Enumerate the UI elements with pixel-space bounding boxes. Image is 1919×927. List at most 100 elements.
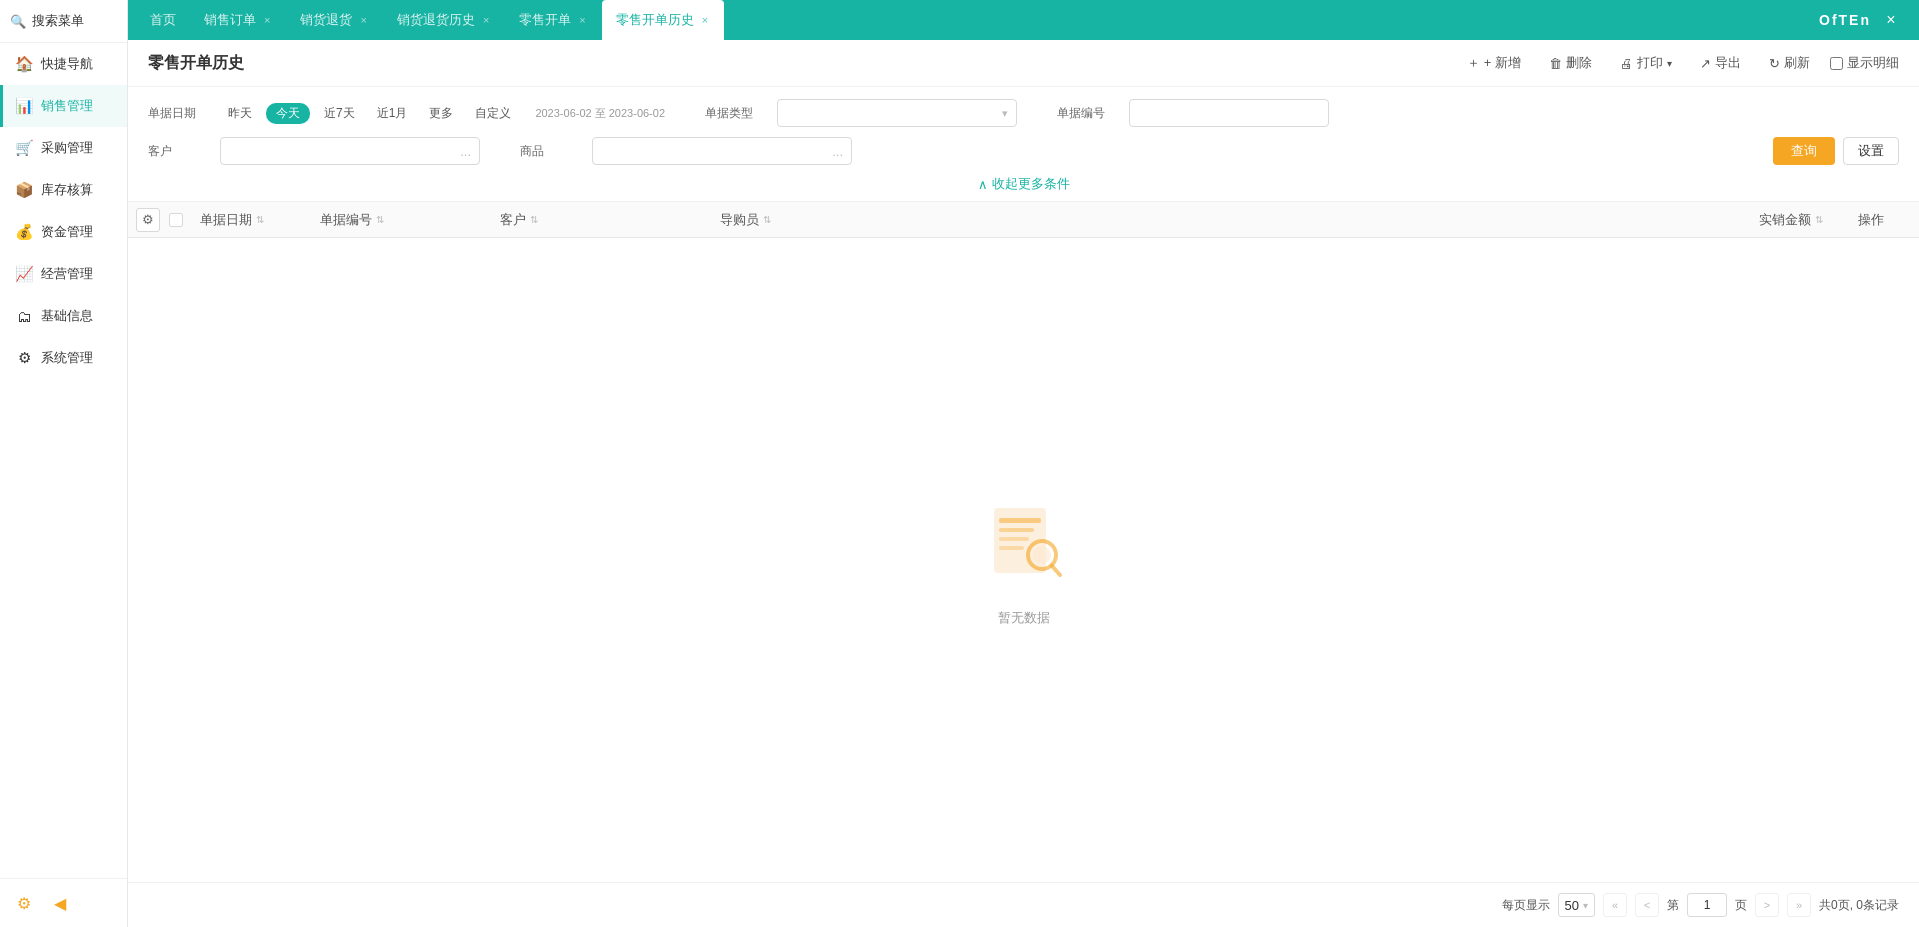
tab-bar: 首页销售订单×销货退货×销货退货历史×零售开单×零售开单历史× OfTEn × bbox=[128, 0, 1919, 40]
sidebar-item-inventory[interactable]: 📦 库存核算 bbox=[0, 169, 127, 211]
query-button[interactable]: 查询 bbox=[1773, 137, 1835, 165]
tab-home[interactable]: 首页 bbox=[136, 0, 190, 40]
customer-label: 客户 bbox=[148, 143, 204, 160]
sidebar-item-quick-nav[interactable]: 🏠 快捷导航 bbox=[0, 43, 127, 85]
tab-sales-order[interactable]: 销售订单× bbox=[190, 0, 286, 40]
date-btn-more[interactable]: 更多 bbox=[421, 103, 461, 124]
page-prev-btn[interactable]: < bbox=[1635, 893, 1659, 917]
svg-rect-4 bbox=[999, 546, 1024, 550]
tab-close-sales-return[interactable]: × bbox=[358, 12, 368, 28]
date-btn-custom[interactable]: 自定义 bbox=[467, 103, 519, 124]
sidebar-settings-btn[interactable]: ⚙ bbox=[10, 889, 38, 917]
display-cols-toggle[interactable]: 显示明细 bbox=[1830, 54, 1899, 72]
sidebar-item-purchase-mgmt[interactable]: 🛒 采购管理 bbox=[0, 127, 127, 169]
date-btn-7days[interactable]: 近7天 bbox=[316, 103, 363, 124]
quick-nav-icon: 🏠 bbox=[15, 55, 33, 73]
sidebar-item-label-system: 系统管理 bbox=[41, 349, 93, 367]
add-icon: ＋ bbox=[1467, 54, 1480, 72]
date-filter-buttons: 昨天 今天 近7天 近1月 更多 自定义 bbox=[220, 103, 519, 124]
finance-icon: 💰 bbox=[15, 223, 33, 241]
filter-row-1: 单据日期 昨天 今天 近7天 近1月 更多 自定义 2023-06-02 至 2… bbox=[148, 99, 1899, 127]
sort-amount-icon[interactable]: ⇅ bbox=[1815, 214, 1823, 225]
filter-collapse[interactable]: ∧ 收起更多条件 bbox=[148, 175, 1899, 193]
sidebar-nav: 🏠 快捷导航 📊 销售管理 🛒 采购管理 📦 库存核算 💰 资金管理 📈 经营管… bbox=[0, 43, 127, 878]
sort-order-no-icon[interactable]: ⇅ bbox=[376, 214, 384, 225]
page-suffix: 页 bbox=[1735, 897, 1747, 914]
date-label: 单据日期 bbox=[148, 105, 204, 122]
collapse-icon: ∧ bbox=[978, 177, 988, 192]
main-area: 首页销售订单×销货退货×销货退货历史×零售开单×零售开单历史× OfTEn × … bbox=[128, 0, 1919, 927]
sidebar-item-system[interactable]: ⚙ 系统管理 bbox=[0, 337, 127, 379]
window-close-btn[interactable]: × bbox=[1879, 8, 1903, 32]
delete-button[interactable]: 🗑 删除 bbox=[1541, 50, 1600, 76]
basic-info-icon: 🗂 bbox=[15, 307, 33, 325]
sort-guide-icon[interactable]: ⇅ bbox=[763, 214, 771, 225]
collapse-label: 收起更多条件 bbox=[992, 175, 1070, 193]
tab-close-sales-return-history[interactable]: × bbox=[481, 12, 491, 28]
page-header: 零售开单历史 ＋ + 新增 🗑 删除 🖨 打印 ▾ ↗ 导出 bbox=[128, 40, 1919, 87]
th-customer: 客户 ⇅ bbox=[492, 211, 712, 229]
sidebar-item-label-quick-nav: 快捷导航 bbox=[41, 55, 93, 73]
per-page-label: 每页显示 bbox=[1502, 897, 1550, 914]
page-next-btn[interactable]: > bbox=[1755, 893, 1779, 917]
app-title: OfTEn bbox=[1819, 12, 1871, 28]
tab-label-home: 首页 bbox=[150, 11, 176, 29]
sidebar-collapse-btn[interactable]: ◀ bbox=[46, 889, 74, 917]
th-amount: 实销金额 ⇅ bbox=[1711, 211, 1831, 229]
system-icon: ⚙ bbox=[15, 349, 33, 367]
sort-customer-icon[interactable]: ⇅ bbox=[530, 214, 538, 225]
sidebar-item-basic-info[interactable]: 🗂 基础信息 bbox=[0, 295, 127, 337]
customer-input[interactable]: ... bbox=[220, 137, 480, 165]
date-range: 2023-06-02 至 2023-06-02 bbox=[535, 106, 665, 121]
print-chevron: ▾ bbox=[1667, 58, 1672, 69]
doc-type-select[interactable]: ▾ bbox=[777, 99, 1017, 127]
sidebar-search[interactable]: 🔍 搜索菜单 bbox=[0, 0, 127, 43]
tab-close-retail-open[interactable]: × bbox=[577, 12, 587, 28]
sidebar-item-label-sales-mgmt: 销售管理 bbox=[41, 97, 93, 115]
table-header: ⚙ 单据日期 ⇅ 单据编号 ⇅ 客户 ⇅ 导购员 ⇅ bbox=[128, 202, 1919, 238]
date-btn-today[interactable]: 今天 bbox=[266, 103, 310, 124]
sidebar-item-operations[interactable]: 📈 经营管理 bbox=[0, 253, 127, 295]
sort-date-icon[interactable]: ⇅ bbox=[256, 214, 264, 225]
add-button[interactable]: ＋ + 新增 bbox=[1459, 50, 1529, 76]
date-btn-yesterday[interactable]: 昨天 bbox=[220, 103, 260, 124]
tab-retail-history[interactable]: 零售开单历史× bbox=[602, 0, 724, 40]
page-first-btn[interactable]: « bbox=[1603, 893, 1627, 917]
tab-close-retail-history[interactable]: × bbox=[700, 12, 710, 28]
sidebar-item-label-basic-info: 基础信息 bbox=[41, 307, 93, 325]
sidebar-item-label-operations: 经营管理 bbox=[41, 265, 93, 283]
tab-sales-return-history[interactable]: 销货退货历史× bbox=[383, 0, 505, 40]
sales-mgmt-icon: 📊 bbox=[15, 97, 33, 115]
tab-close-sales-order[interactable]: × bbox=[262, 12, 272, 28]
tab-label-sales-return: 销货退货 bbox=[300, 11, 352, 29]
sidebar-item-sales-mgmt[interactable]: 📊 销售管理 bbox=[0, 85, 127, 127]
page-last-btn[interactable]: » bbox=[1787, 893, 1811, 917]
th-order-no: 单据编号 ⇅ bbox=[312, 211, 492, 229]
date-btn-1month[interactable]: 近1月 bbox=[369, 103, 416, 124]
display-cols-checkbox[interactable] bbox=[1830, 57, 1843, 70]
tab-retail-open[interactable]: 零售开单× bbox=[505, 0, 601, 40]
column-settings-btn[interactable]: ⚙ bbox=[136, 208, 160, 232]
select-all-checkbox-cell bbox=[160, 213, 192, 227]
tab-sales-return[interactable]: 销货退货 × bbox=[286, 0, 382, 40]
sidebar: 🔍 搜索菜单 🏠 快捷导航 📊 销售管理 🛒 采购管理 📦 库存核算 💰 资金管… bbox=[0, 0, 128, 927]
export-button[interactable]: ↗ 导出 bbox=[1692, 50, 1749, 76]
toolbar: ＋ + 新增 🗑 删除 🖨 打印 ▾ ↗ 导出 ↻ bbox=[1459, 50, 1899, 76]
th-guide: 导购员 ⇅ bbox=[712, 211, 832, 229]
page-label: 第 bbox=[1667, 897, 1679, 914]
select-all-checkbox[interactable] bbox=[169, 213, 183, 227]
per-page-select[interactable]: 50 ▾ bbox=[1558, 893, 1595, 917]
page-input[interactable] bbox=[1687, 893, 1727, 917]
page-title: 零售开单历史 bbox=[148, 53, 1459, 74]
print-button[interactable]: 🖨 打印 ▾ bbox=[1612, 50, 1680, 76]
operations-icon: 📈 bbox=[15, 265, 33, 283]
doc-no-label: 单据编号 bbox=[1057, 105, 1113, 122]
set-button[interactable]: 设置 bbox=[1843, 137, 1899, 165]
export-icon: ↗ bbox=[1700, 56, 1711, 71]
goods-dots: ... bbox=[832, 144, 843, 159]
refresh-button[interactable]: ↻ 刷新 bbox=[1761, 50, 1818, 76]
sidebar-item-finance[interactable]: 💰 资金管理 bbox=[0, 211, 127, 253]
doc-no-input[interactable] bbox=[1129, 99, 1329, 127]
per-page-chevron: ▾ bbox=[1583, 900, 1588, 911]
goods-input[interactable]: ... bbox=[592, 137, 852, 165]
